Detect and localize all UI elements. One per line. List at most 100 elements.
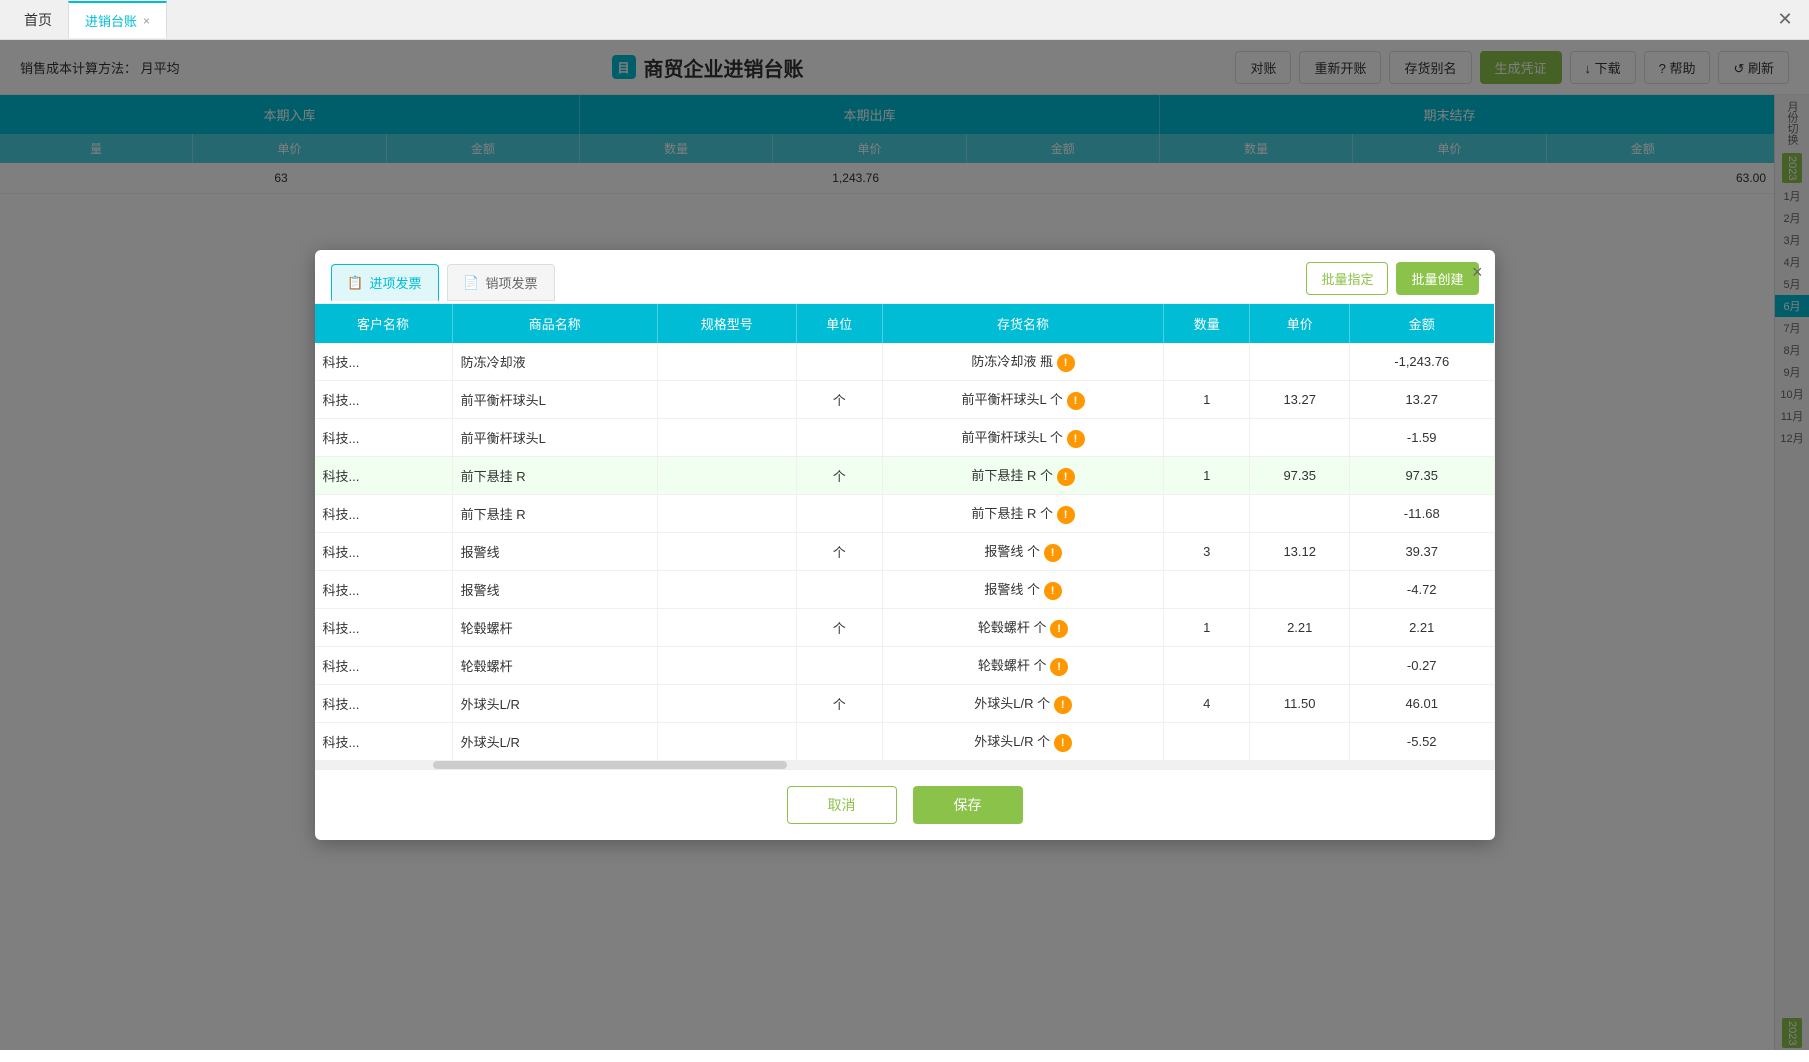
cell-spec — [657, 495, 796, 533]
batch-assign-button[interactable]: 批量指定 — [1306, 262, 1388, 295]
cell-spec — [657, 609, 796, 647]
col-amount: 金额 — [1349, 304, 1494, 343]
cell-amount: -4.72 — [1349, 571, 1494, 609]
cell-product: 轮毂螺杆 — [452, 647, 657, 685]
cell-qty: 3 — [1164, 533, 1250, 571]
warning-icon: ! — [1050, 620, 1068, 638]
table-row[interactable]: 科技...轮毂螺杆轮毂螺杆 个 !-0.27 — [315, 647, 1495, 685]
cell-qty — [1164, 571, 1250, 609]
cell-inventory: 外球头L/R 个 ! — [882, 685, 1163, 723]
table-row[interactable]: 科技...前下悬挂 R个前下悬挂 R 个 !197.3597.35 — [315, 457, 1495, 495]
table-row[interactable]: 科技...外球头L/R个外球头L/R 个 !411.5046.01 — [315, 685, 1495, 723]
batch-create-button[interactable]: 批量创建 — [1396, 262, 1478, 295]
window-close-button[interactable]: ✕ — [1769, 4, 1801, 36]
tab-home[interactable]: 首页 — [8, 2, 68, 38]
tab-active[interactable]: 进销台账 × — [68, 1, 167, 38]
cell-price — [1250, 419, 1350, 457]
cell-unit — [796, 495, 882, 533]
tab-close-icon[interactable]: × — [143, 14, 150, 28]
table-row[interactable]: 科技...前平衡杆球头L前平衡杆球头L 个 !-1.59 — [315, 419, 1495, 457]
cell-product: 防冻冷却液 — [452, 343, 657, 381]
outgoing-invoice-icon: 📄 — [464, 275, 480, 291]
modal-horizontal-scrollbar[interactable] — [315, 761, 1495, 769]
cell-inventory: 前下悬挂 R 个 ! — [882, 457, 1163, 495]
cell-inventory: 前平衡杆球头L 个 ! — [882, 419, 1163, 457]
warning-icon: ! — [1057, 354, 1075, 372]
cell-product: 报警线 — [452, 533, 657, 571]
cancel-button[interactable]: 取消 — [787, 786, 897, 824]
tab-outgoing-invoice[interactable]: 📄 销项发票 — [447, 264, 555, 301]
cell-inventory: 前平衡杆球头L 个 ! — [882, 381, 1163, 419]
warning-icon: ! — [1067, 430, 1085, 448]
tab-incoming-invoice[interactable]: 📋 进项发票 — [331, 264, 439, 301]
col-inventory: 存货名称 — [882, 304, 1163, 343]
cell-amount: -5.52 — [1349, 723, 1494, 761]
cell-price — [1250, 571, 1350, 609]
table-row[interactable]: 科技...前下悬挂 R前下悬挂 R 个 !-11.68 — [315, 495, 1495, 533]
cell-qty: 1 — [1164, 381, 1250, 419]
cell-inventory: 轮毂螺杆 个 ! — [882, 647, 1163, 685]
cell-amount: 39.37 — [1349, 533, 1494, 571]
warning-icon: ! — [1054, 734, 1072, 752]
table-row[interactable]: 科技...轮毂螺杆个轮毂螺杆 个 !12.212.21 — [315, 609, 1495, 647]
cell-customer: 科技... — [315, 685, 453, 723]
cell-unit: 个 — [796, 457, 882, 495]
cell-unit — [796, 571, 882, 609]
cell-spec — [657, 343, 796, 381]
cell-spec — [657, 571, 796, 609]
cell-spec — [657, 533, 796, 571]
cell-product: 前下悬挂 R — [452, 495, 657, 533]
cell-product: 前下悬挂 R — [452, 457, 657, 495]
modal-scroll-thumb[interactable] — [433, 761, 787, 769]
cell-unit — [796, 647, 882, 685]
cell-spec — [657, 685, 796, 723]
modal-table[interactable]: 客户名称 商品名称 规格型号 单位 存货名称 数量 单价 金额 科技...防冻冷… — [315, 304, 1495, 761]
cell-product: 前平衡杆球头L — [452, 419, 657, 457]
modal-close-button[interactable]: × — [1472, 262, 1483, 283]
cell-unit: 个 — [796, 685, 882, 723]
warning-icon: ! — [1044, 582, 1062, 600]
warning-icon: ! — [1067, 392, 1085, 410]
table-row[interactable]: 科技...防冻冷却液防冻冷却液 瓶 !-1,243.76 — [315, 343, 1495, 381]
cell-customer: 科技... — [315, 343, 453, 381]
cell-spec — [657, 381, 796, 419]
cell-price: 97.35 — [1250, 457, 1350, 495]
cell-qty — [1164, 723, 1250, 761]
cell-price — [1250, 647, 1350, 685]
cell-inventory: 报警线 个 ! — [882, 571, 1163, 609]
cell-qty: 1 — [1164, 457, 1250, 495]
cell-inventory: 报警线 个 ! — [882, 533, 1163, 571]
cell-price: 13.12 — [1250, 533, 1350, 571]
save-button[interactable]: 保存 — [913, 786, 1023, 824]
col-qty: 数量 — [1164, 304, 1250, 343]
cell-price: 13.27 — [1250, 381, 1350, 419]
cell-product: 外球头L/R — [452, 723, 657, 761]
cell-amount: -11.68 — [1349, 495, 1494, 533]
col-product: 商品名称 — [452, 304, 657, 343]
cell-amount: 97.35 — [1349, 457, 1494, 495]
cell-unit — [796, 343, 882, 381]
table-row[interactable]: 科技...外球头L/R外球头L/R 个 !-5.52 — [315, 723, 1495, 761]
table-row[interactable]: 科技...报警线报警线 个 !-4.72 — [315, 571, 1495, 609]
cell-qty: 1 — [1164, 609, 1250, 647]
cell-customer: 科技... — [315, 533, 453, 571]
modal-overlay: × 📋 进项发票 📄 销项发票 批量指定 批量创建 — [0, 40, 1809, 1050]
cell-inventory: 前下悬挂 R 个 ! — [882, 495, 1163, 533]
warning-icon: ! — [1057, 468, 1075, 486]
modal-tabs: 📋 进项发票 📄 销项发票 批量指定 批量创建 — [315, 250, 1495, 304]
cell-amount: 13.27 — [1349, 381, 1494, 419]
cell-product: 外球头L/R — [452, 685, 657, 723]
warning-icon: ! — [1054, 696, 1072, 714]
cell-price — [1250, 343, 1350, 381]
cell-qty — [1164, 647, 1250, 685]
table-row[interactable]: 科技...前平衡杆球头L个前平衡杆球头L 个 !113.2713.27 — [315, 381, 1495, 419]
table-row[interactable]: 科技...报警线个报警线 个 !313.1239.37 — [315, 533, 1495, 571]
cell-customer: 科技... — [315, 723, 453, 761]
col-spec: 规格型号 — [657, 304, 796, 343]
cell-qty — [1164, 495, 1250, 533]
cell-amount: -1.59 — [1349, 419, 1494, 457]
cell-customer: 科技... — [315, 609, 453, 647]
cell-unit: 个 — [796, 609, 882, 647]
col-customer: 客户名称 — [315, 304, 453, 343]
modal-dialog: × 📋 进项发票 📄 销项发票 批量指定 批量创建 — [315, 250, 1495, 840]
